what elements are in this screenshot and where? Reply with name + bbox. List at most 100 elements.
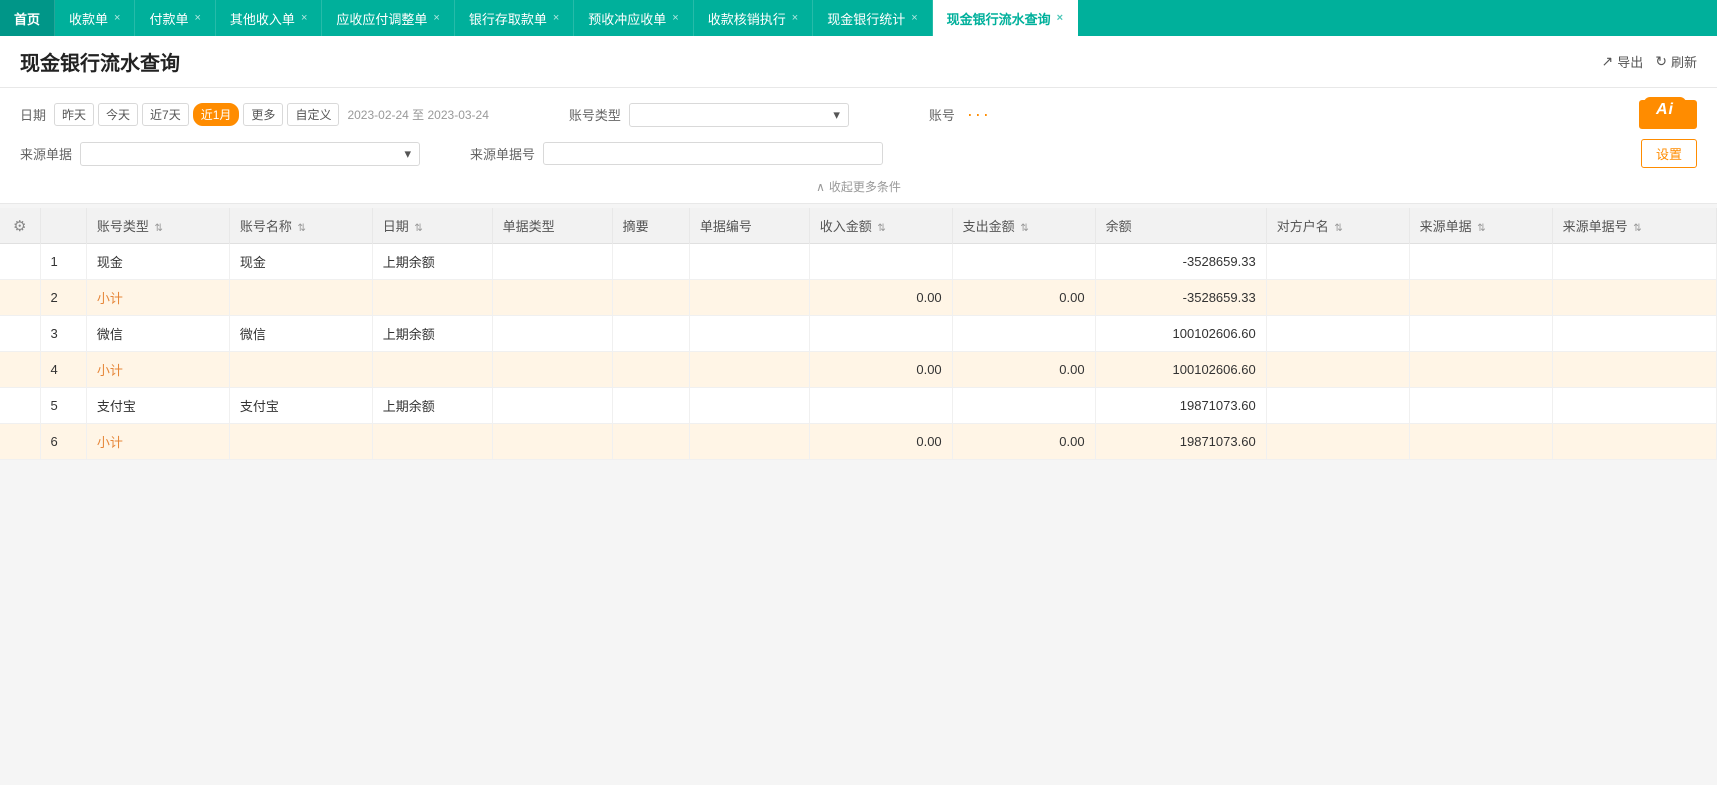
sort-icon: ⇅ <box>155 223 163 234</box>
column-gear[interactable]: ⚙ <box>0 208 40 244</box>
close-icon[interactable]: × <box>114 12 120 24</box>
table-cell: 小计 <box>86 424 229 460</box>
column-date[interactable]: 日期 ⇅ <box>372 208 492 244</box>
nav-home[interactable]: 首页 <box>0 0 55 36</box>
table-cell <box>952 244 1095 280</box>
column-source-doc[interactable]: 来源单据 ⇅ <box>1409 208 1552 244</box>
table-cell <box>689 424 809 460</box>
close-icon[interactable]: × <box>194 12 200 24</box>
close-icon[interactable]: × <box>301 12 307 24</box>
nav-tab-liushui[interactable]: 现金银行流水查询 × <box>933 0 1078 36</box>
column-account-name[interactable]: 账号名称 ⇅ <box>229 208 372 244</box>
settings-button[interactable]: 设置 <box>1641 139 1697 168</box>
column-doc-type: 单据类型 <box>492 208 612 244</box>
table-cell <box>0 352 40 388</box>
collapse-button[interactable]: ∧ 收起更多条件 <box>816 178 901 195</box>
table-cell: 100102606.60 <box>1095 316 1266 352</box>
table-cell: 上期余额 <box>372 244 492 280</box>
table-cell: 4 <box>40 352 86 388</box>
table-cell <box>1552 352 1716 388</box>
source-doc-no-input[interactable] <box>543 142 883 165</box>
table-cell <box>612 424 689 460</box>
table-cell: 支付宝 <box>229 388 372 424</box>
account-type-select[interactable]: ▾ <box>629 103 849 127</box>
table-cell <box>0 280 40 316</box>
nav-tab-qitashouru[interactable]: 其他收入单 × <box>216 0 322 36</box>
table-cell <box>0 244 40 280</box>
table-cell <box>492 424 612 460</box>
filter-area: 日期 昨天 今天 近7天 近1月 更多 自定义 2023-02-24 至 202… <box>0 88 1717 204</box>
column-seq <box>40 208 86 244</box>
table-cell <box>1552 424 1716 460</box>
table-cell: 0.00 <box>952 424 1095 460</box>
account-dots-button[interactable]: ··· <box>967 104 991 125</box>
table-cell: 上期余额 <box>372 316 492 352</box>
table-row: 4小计0.000.00100102606.60 <box>0 352 1717 388</box>
page-title: 现金银行流水查询 <box>20 47 180 76</box>
ai-badge[interactable]: Ai <box>1644 97 1686 123</box>
table-cell <box>1266 316 1409 352</box>
source-doc-label: 来源单据 <box>20 144 72 163</box>
nav-tab-yingshoutiaoz[interactable]: 应收应付调整单 × <box>322 0 454 36</box>
date-btn-1month[interactable]: 近1月 <box>193 103 240 126</box>
table-cell <box>612 388 689 424</box>
column-counterpart[interactable]: 对方户名 ⇅ <box>1266 208 1409 244</box>
source-doc-filter-group: 来源单据 ▾ <box>20 142 420 166</box>
close-icon[interactable]: × <box>792 12 798 24</box>
table-cell: -3528659.33 <box>1095 244 1266 280</box>
nav-tab-yinhangcuqukuan[interactable]: 银行存取款单 × <box>455 0 574 36</box>
table-cell <box>1266 388 1409 424</box>
nav-tab-yushoudan[interactable]: 预收冲应收单 × <box>574 0 693 36</box>
nav-tab-shoukuandan[interactable]: 收款单 × <box>55 0 135 36</box>
table-cell <box>1409 280 1552 316</box>
table-cell <box>689 316 809 352</box>
table-container: ⚙ 账号类型 ⇅ 账号名称 ⇅ 日期 ⇅ 单据类型 <box>0 208 1717 460</box>
source-doc-select[interactable]: ▾ <box>80 142 420 166</box>
table-cell: 5 <box>40 388 86 424</box>
table-cell <box>372 424 492 460</box>
table-cell <box>1409 424 1552 460</box>
table-cell: 19871073.60 <box>1095 388 1266 424</box>
date-btn-7days[interactable]: 近7天 <box>142 103 189 126</box>
table-cell <box>372 280 492 316</box>
nav-tab-fukuandan[interactable]: 付款单 × <box>135 0 215 36</box>
column-account-type[interactable]: 账号类型 ⇅ <box>86 208 229 244</box>
table-cell <box>492 280 612 316</box>
column-income[interactable]: 收入金额 ⇅ <box>809 208 952 244</box>
close-icon[interactable]: × <box>672 12 678 24</box>
close-icon[interactable]: × <box>433 12 439 24</box>
table-header-row: ⚙ 账号类型 ⇅ 账号名称 ⇅ 日期 ⇅ 单据类型 <box>0 208 1717 244</box>
table-cell <box>0 316 40 352</box>
table-cell: 微信 <box>86 316 229 352</box>
main-table: ⚙ 账号类型 ⇅ 账号名称 ⇅ 日期 ⇅ 单据类型 <box>0 208 1717 460</box>
date-btn-today[interactable]: 今天 <box>98 103 138 126</box>
date-btn-custom[interactable]: 自定义 <box>287 103 339 126</box>
table-cell: 微信 <box>229 316 372 352</box>
close-icon[interactable]: × <box>553 12 559 24</box>
table-cell <box>372 352 492 388</box>
close-icon-active[interactable]: × <box>1057 12 1063 24</box>
export-button[interactable]: ↗ 导出 <box>1602 52 1644 71</box>
header-actions: ↗ 导出 ↻ 刷新 <box>1602 52 1698 71</box>
collapse-row: ∧ 收起更多条件 <box>20 178 1697 195</box>
table-cell <box>1266 244 1409 280</box>
date-btn-yesterday[interactable]: 昨天 <box>54 103 94 126</box>
table-cell: 6 <box>40 424 86 460</box>
column-source-doc-no[interactable]: 来源单据号 ⇅ <box>1552 208 1716 244</box>
table-cell <box>952 388 1095 424</box>
sort-icon: ⇅ <box>1334 223 1342 234</box>
nav-tab-shoukuanzhixing[interactable]: 收款核销执行 × <box>694 0 813 36</box>
chevron-down-icon: ▾ <box>833 107 840 123</box>
table-cell <box>492 388 612 424</box>
nav-tab-xianjintongji[interactable]: 现金银行统计 × <box>813 0 932 36</box>
table-cell <box>229 352 372 388</box>
table-row: 3微信微信上期余额100102606.60 <box>0 316 1717 352</box>
table-cell: 现金 <box>86 244 229 280</box>
date-label: 日期 <box>20 105 46 124</box>
refresh-button[interactable]: ↻ 刷新 <box>1655 52 1697 71</box>
table-cell <box>492 244 612 280</box>
date-btn-more[interactable]: 更多 <box>243 103 283 126</box>
close-icon[interactable]: × <box>911 12 917 24</box>
column-expense[interactable]: 支出金额 ⇅ <box>952 208 1095 244</box>
table-cell: 上期余额 <box>372 388 492 424</box>
